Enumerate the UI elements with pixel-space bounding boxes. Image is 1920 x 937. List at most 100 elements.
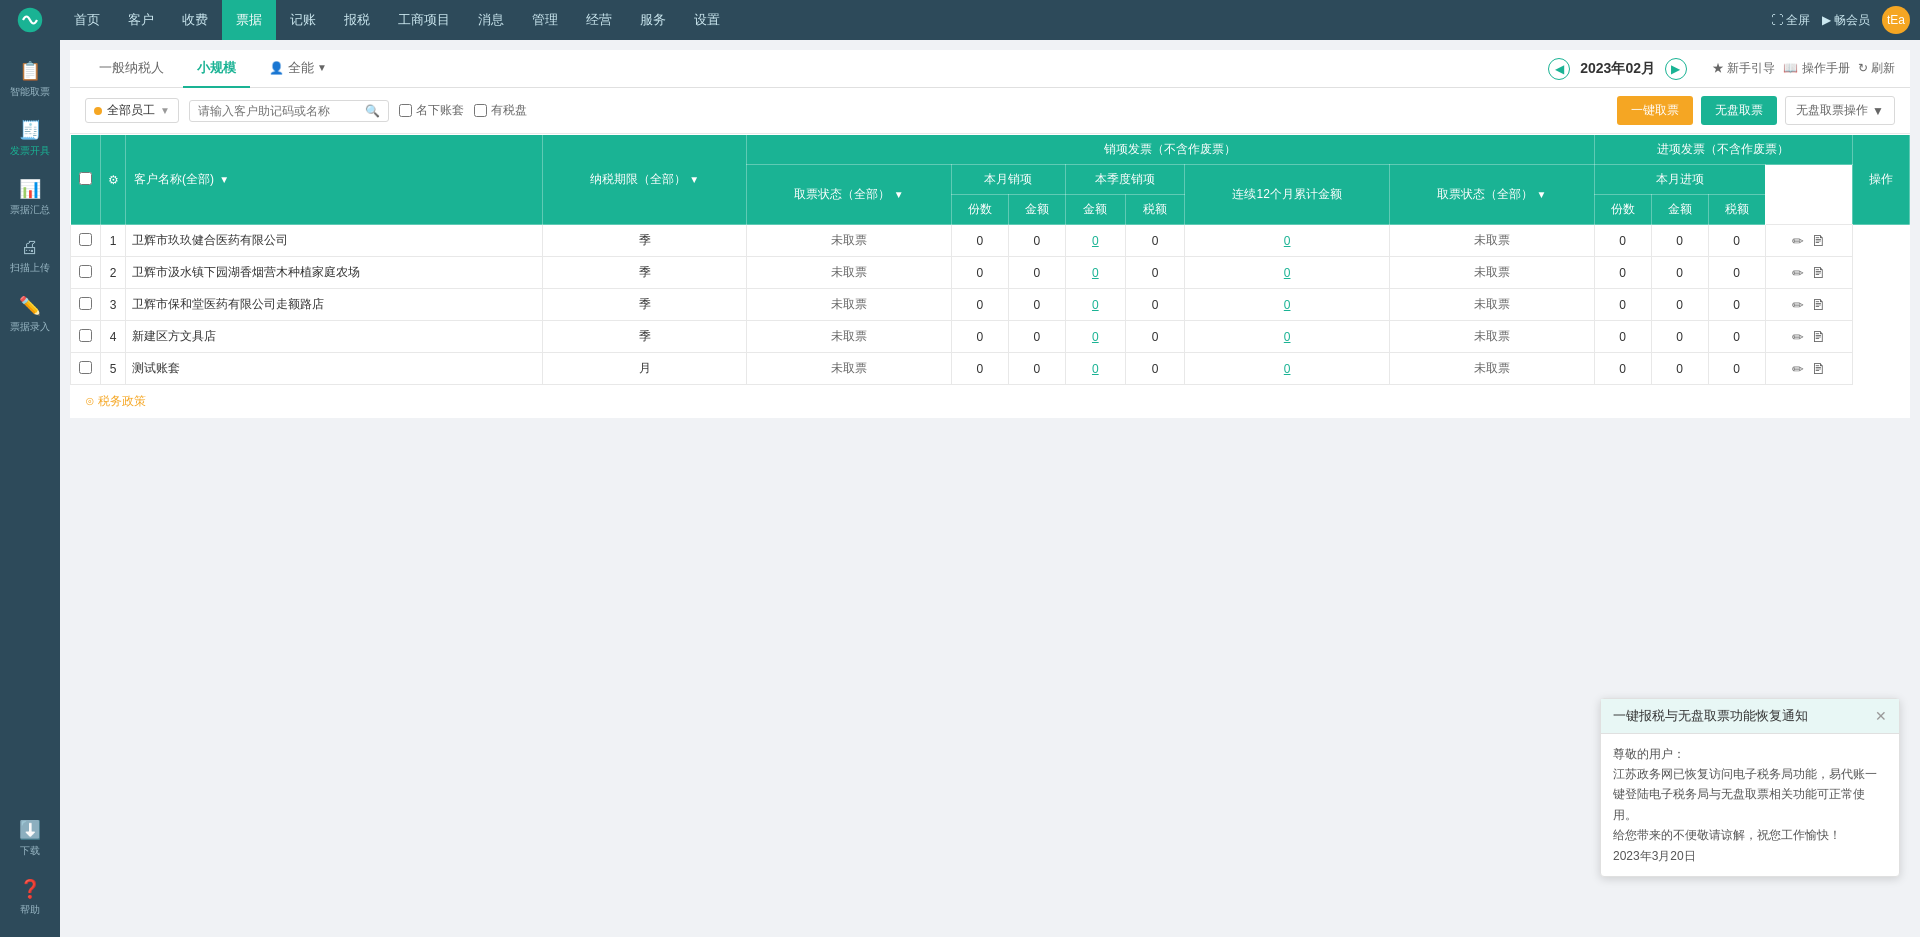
row-xiao-status-1: 未取票 [747, 257, 952, 289]
invoice-table: ⚙ 客户名称(全部) ▼ 纳税期限（全部） ▼ 销项发票（不含作废票） 进项发票… [70, 134, 1910, 385]
col-customer-name: 客户名称(全部) ▼ [126, 135, 543, 225]
view-button-3[interactable]: 🖹 [1811, 329, 1825, 345]
view-button-0[interactable]: 🖹 [1811, 233, 1825, 249]
row-jin-status-2: 未取票 [1390, 289, 1595, 321]
toolbar: 全部员工 ▼ 🔍 名下账套 有税盘 一键取票 无盘取票 无盘取票操作 ▼ [70, 88, 1910, 134]
invoice-table-container: ⚙ 客户名称(全部) ▼ 纳税期限（全部） ▼ 销项发票（不含作废票） 进项发票… [70, 134, 1910, 385]
edit-button-2[interactable]: ✏ [1792, 297, 1804, 313]
sidebar-item-entry[interactable]: ✏️ 票据录入 [0, 285, 60, 344]
row-customer-2: 卫辉市保和堂医药有限公司走额路店 [126, 289, 543, 321]
nav-service[interactable]: 服务 [626, 0, 680, 40]
row-checkbox-4[interactable] [79, 361, 92, 374]
select-all-checkbox[interactable] [79, 172, 92, 185]
fullscreen-button[interactable]: ⛶ 全屏 [1771, 12, 1810, 29]
refresh-button[interactable]: ↻ 刷新 [1858, 60, 1895, 77]
row-checkbox-2[interactable] [79, 297, 92, 310]
view-button-4[interactable]: 🖹 [1811, 361, 1825, 377]
month-navigation: ◀ 2023年02月 ▶ [1548, 58, 1687, 80]
next-month-button[interactable]: ▶ [1665, 58, 1687, 80]
has-tax-disk-checkbox-label[interactable]: 有税盘 [474, 102, 527, 119]
col-tax-period: 纳税期限（全部） ▼ [542, 135, 747, 225]
nav-business[interactable]: 工商项目 [384, 0, 464, 40]
tab-general-taxpayer[interactable]: 一般纳税人 [85, 50, 178, 88]
row-actions-2: ✏ 🖹 [1765, 289, 1852, 321]
edit-button-4[interactable]: ✏ [1792, 361, 1804, 377]
edit-button-3[interactable]: ✏ [1792, 329, 1804, 345]
one-click-invoice-button[interactable]: 一键取票 [1617, 96, 1693, 125]
sidebar-item-issue-invoice[interactable]: 🧾 发票开具 [0, 109, 60, 168]
nav-tax[interactable]: 报税 [330, 0, 384, 40]
nav-home[interactable]: 首页 [60, 0, 114, 40]
has-tax-disk-checkbox[interactable] [474, 104, 487, 117]
filter-icon2[interactable]: ▼ [689, 174, 699, 185]
manual-button[interactable]: 📖 操作手册 [1783, 60, 1849, 77]
prev-month-button[interactable]: ◀ [1548, 58, 1570, 80]
row-tax-period-0: 季 [542, 225, 747, 257]
nav-settings[interactable]: 设置 [680, 0, 734, 40]
table-row: 1 卫辉市玖玖健合医药有限公司 季 未取票 0 0 0 0 0 未取票 0 0 … [71, 225, 1910, 257]
member-button[interactable]: ▶ 畅会员 [1822, 12, 1870, 29]
view-button-1[interactable]: 🖹 [1811, 265, 1825, 281]
edit-button-1[interactable]: ✏ [1792, 265, 1804, 281]
tax-policy-link[interactable]: ⊙ 税务政策 [85, 394, 146, 408]
employee-filter-label: 全部员工 [107, 102, 155, 119]
tab-all-icon: 👤 [269, 61, 284, 75]
filter-icon3[interactable]: ▼ [894, 189, 904, 200]
tab-all[interactable]: 👤 全能 ▼ [255, 50, 341, 88]
row-checkbox-3[interactable] [79, 329, 92, 342]
tab-bar: 一般纳税人 小规模 👤 全能 ▼ ◀ 2023年02月 ▶ ★ 新手引导 📖 操… [70, 50, 1910, 88]
row-jin-m-amount-2: 0 [1651, 289, 1708, 321]
view-button-2[interactable]: 🖹 [1811, 297, 1825, 313]
nav-fee[interactable]: 收费 [168, 0, 222, 40]
table-row: 3 卫辉市保和堂医药有限公司走额路店 季 未取票 0 0 0 0 0 未取票 0… [71, 289, 1910, 321]
group-xiao-invoice: 销项发票（不含作废票） [747, 135, 1594, 165]
sidebar-item-scan[interactable]: 🖨 扫描上传 [0, 227, 60, 285]
row-jin-m-count-2: 0 [1594, 289, 1651, 321]
row-index-1: 2 [101, 257, 126, 289]
edit-button-0[interactable]: ✏ [1792, 233, 1804, 249]
nav-invoice[interactable]: 票据 [222, 0, 276, 40]
settings-icon[interactable]: ⚙ [108, 173, 119, 187]
search-icon[interactable]: 🔍 [365, 104, 380, 118]
notification-close-button[interactable]: ✕ [1875, 708, 1887, 724]
nav-operation[interactable]: 经营 [572, 0, 626, 40]
row-xiao-12m-3: 0 [1185, 321, 1390, 353]
row-checkbox-1[interactable] [79, 265, 92, 278]
sidebar-item-download[interactable]: ⬇️ 下载 [0, 809, 60, 868]
sidebar-item-help[interactable]: ❓ 帮助 [0, 868, 60, 927]
new-guide-button[interactable]: ★ 新手引导 [1712, 60, 1775, 77]
col-jin-m-count: 份数 [1594, 195, 1651, 225]
sidebar-item-smart-invoice[interactable]: 📋 智能取票 [0, 50, 60, 109]
table-row: 4 新建区方文具店 季 未取票 0 0 0 0 0 未取票 0 0 0 ✏ 🖹 [71, 321, 1910, 353]
nav-message[interactable]: 消息 [464, 0, 518, 40]
sidebar-item-download-label: 下载 [20, 844, 40, 858]
nav-manage[interactable]: 管理 [518, 0, 572, 40]
table-body: 1 卫辉市玖玖健合医药有限公司 季 未取票 0 0 0 0 0 未取票 0 0 … [71, 225, 1910, 385]
no-disk-invoice-button[interactable]: 无盘取票 [1701, 96, 1777, 125]
filter-icon4[interactable]: ▼ [1536, 189, 1546, 200]
sidebar-item-summary-label: 票据汇总 [10, 203, 50, 217]
page-footer: ⊙ 税务政策 [70, 385, 1910, 418]
row-xiao-q-amount-4: 0 [1065, 353, 1125, 385]
row-xiao-12m-1: 0 [1185, 257, 1390, 289]
left-sidebar: 📋 智能取票 🧾 发票开具 📊 票据汇总 🖨 扫描上传 ✏️ 票据录入 ⬇️ 下… [0, 40, 60, 937]
tab-small-scale[interactable]: 小规模 [183, 50, 250, 88]
sidebar-item-summary[interactable]: 📊 票据汇总 [0, 168, 60, 227]
col-xiao-status: 取票状态（全部） ▼ [747, 165, 952, 225]
employee-filter[interactable]: 全部员工 ▼ [85, 98, 179, 123]
refresh-icon: ↻ [1858, 61, 1868, 75]
nav-accounting[interactable]: 记账 [276, 0, 330, 40]
my-accounts-checkbox[interactable] [399, 104, 412, 117]
avatar[interactable]: tEa [1882, 6, 1910, 34]
row-xiao-q-tax-4: 0 [1125, 353, 1185, 385]
row-checkbox-0[interactable] [79, 233, 92, 246]
filter-dot [94, 107, 102, 115]
notification-header: 一键报税与无盘取票功能恢复通知 ✕ [1601, 699, 1899, 734]
my-accounts-checkbox-label[interactable]: 名下账套 [399, 102, 464, 119]
filter-icon[interactable]: ▼ [219, 174, 229, 185]
nav-customer[interactable]: 客户 [114, 0, 168, 40]
search-input[interactable] [198, 104, 365, 118]
top-navigation: 首页 客户 收费 票据 记账 报税 工商项目 消息 管理 经营 服务 设置 ⛶ … [0, 0, 1920, 40]
no-disk-ops-button[interactable]: 无盘取票操作 ▼ [1785, 96, 1895, 125]
nav-menu: 首页 客户 收费 票据 记账 报税 工商项目 消息 管理 经营 服务 设置 [60, 0, 1771, 40]
